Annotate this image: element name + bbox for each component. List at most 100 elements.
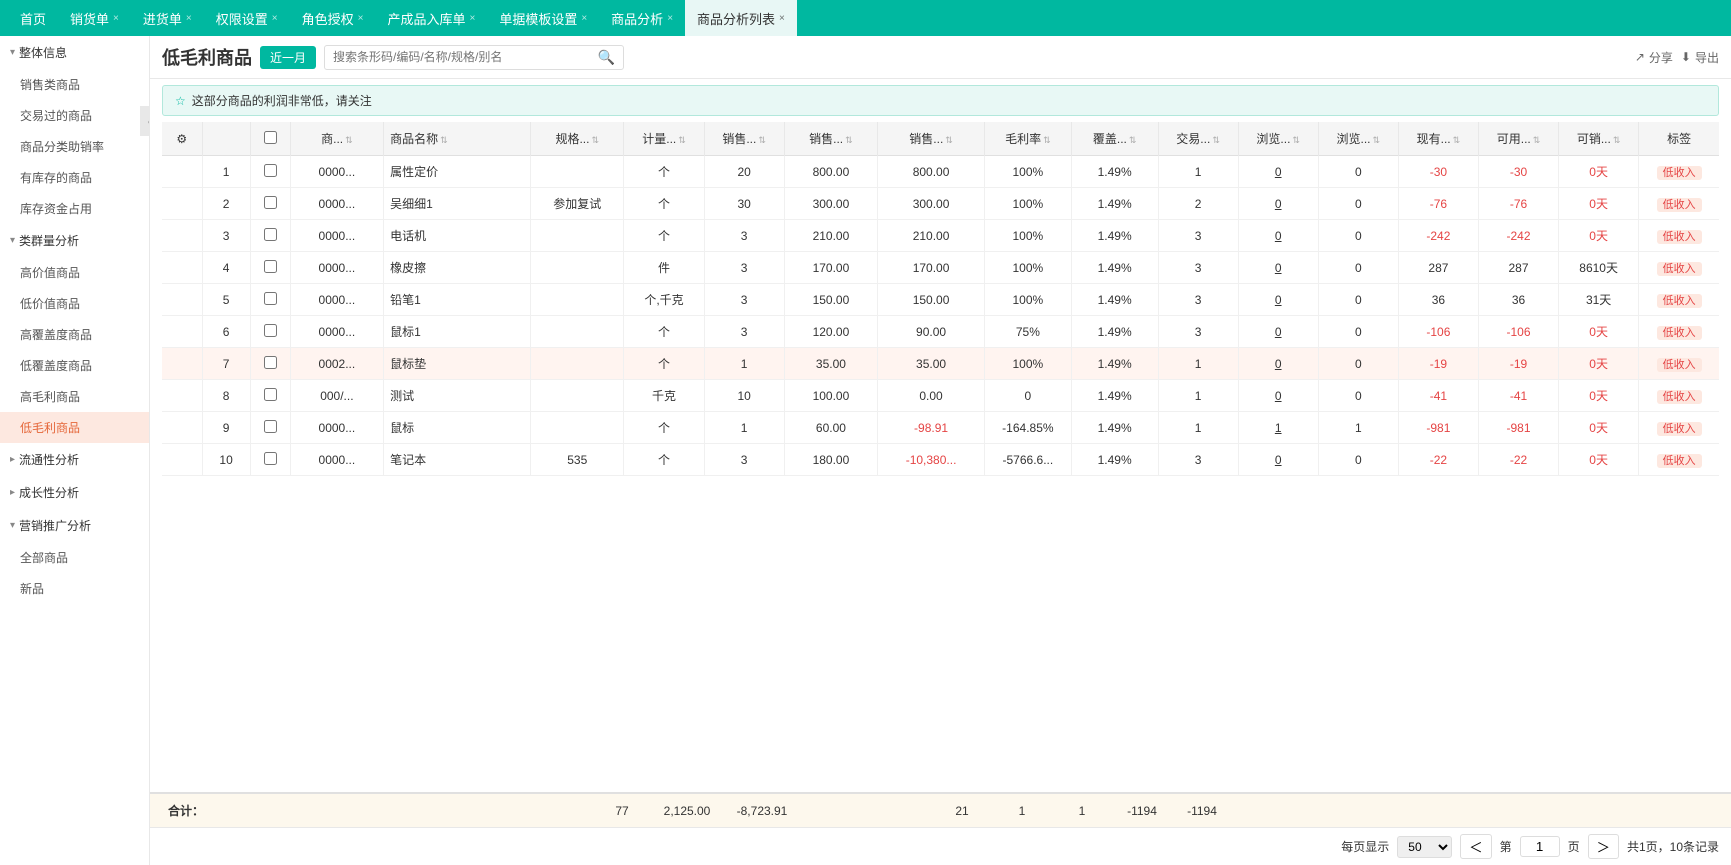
col-saleable-cell: 0天 — [1559, 348, 1639, 380]
col-view1-cell[interactable]: 0 — [1238, 348, 1318, 380]
col-check-cell[interactable] — [250, 380, 290, 412]
close-icon[interactable]: × — [358, 13, 364, 24]
close-icon[interactable]: × — [186, 13, 192, 24]
nav-permission[interactable]: 权限设置 × — [204, 0, 290, 36]
col-header-name[interactable]: 商品名称⇅ — [384, 122, 531, 156]
col-header-view2[interactable]: 浏览...⇅ — [1318, 122, 1398, 156]
sidebar-item-high-coverage[interactable]: 高覆盖度商品 — [0, 319, 149, 350]
sidebar-group-marketing-analysis[interactable]: ▾ 营销推广分析 — [0, 509, 149, 542]
col-header-sale-profit[interactable]: 销售...⇅ — [878, 122, 985, 156]
row-checkbox[interactable] — [264, 196, 277, 209]
col-view1-cell[interactable]: 0 — [1238, 380, 1318, 412]
col-view1-cell[interactable]: 0 — [1238, 156, 1318, 188]
close-icon[interactable]: × — [779, 13, 785, 24]
sidebar-item-category-rate[interactable]: 商品分类助销率 — [0, 131, 149, 162]
prev-page-button[interactable]: ＜ — [1460, 834, 1491, 859]
col-header-code[interactable]: 商...⇅ — [290, 122, 383, 156]
sidebar-item-new-goods[interactable]: 新品 — [0, 573, 149, 604]
col-check-cell[interactable] — [250, 284, 290, 316]
nav-home[interactable]: 首页 — [8, 0, 58, 36]
page-input[interactable] — [1520, 836, 1560, 857]
col-header-setting[interactable]: ⚙ — [162, 122, 202, 156]
col-view1-cell[interactable]: 0 — [1238, 188, 1318, 220]
row-checkbox[interactable] — [264, 228, 277, 241]
col-saleable-cell: 0天 — [1559, 380, 1639, 412]
sidebar-item-capital-usage[interactable]: 库存资金占用 — [0, 193, 149, 224]
row-checkbox[interactable] — [264, 260, 277, 273]
col-view1-cell[interactable]: 0 — [1238, 444, 1318, 476]
col-check-cell[interactable] — [250, 444, 290, 476]
sidebar-item-stock-goods[interactable]: 有库存的商品 — [0, 162, 149, 193]
filter-recent-month-button[interactable]: 近一月 — [260, 46, 316, 69]
col-header-view1[interactable]: 浏览...⇅ — [1238, 122, 1318, 156]
col-view2-cell: 0 — [1318, 284, 1398, 316]
col-header-unit[interactable]: 计量...⇅ — [624, 122, 704, 156]
col-header-trade[interactable]: 交易...⇅ — [1158, 122, 1238, 156]
sidebar-group-growth-analysis[interactable]: ▸ 成长性分析 — [0, 476, 149, 509]
nav-product-analysis[interactable]: 商品分析 × — [599, 0, 685, 36]
close-icon[interactable]: × — [272, 13, 278, 24]
col-check-cell[interactable] — [250, 316, 290, 348]
row-checkbox[interactable] — [264, 388, 277, 401]
col-avail-cell: -22 — [1478, 444, 1558, 476]
col-header-gross-rate[interactable]: 毛利率⇅ — [984, 122, 1071, 156]
sidebar-group-overall-info[interactable]: ▾ 整体信息 — [0, 36, 149, 69]
sidebar-item-sales-goods[interactable]: 销售类商品 — [0, 69, 149, 100]
col-header-saleable[interactable]: 可销...⇅ — [1559, 122, 1639, 156]
nav-template-settings[interactable]: 单据模板设置 × — [487, 0, 599, 36]
col-header-spec[interactable]: 规格...⇅ — [531, 122, 624, 156]
close-icon[interactable]: × — [581, 13, 587, 24]
sidebar-item-low-coverage[interactable]: 低覆盖度商品 — [0, 350, 149, 381]
next-page-button[interactable]: ＞ — [1588, 834, 1619, 859]
nav-purchase-order[interactable]: 进货单 × — [131, 0, 204, 36]
col-view1-cell[interactable]: 0 — [1238, 252, 1318, 284]
col-check-cell[interactable] — [250, 188, 290, 220]
row-checkbox[interactable] — [264, 292, 277, 305]
row-checkbox[interactable] — [264, 452, 277, 465]
export-button[interactable]: ⬇ 导出 — [1681, 49, 1719, 66]
select-all-checkbox[interactable] — [264, 131, 277, 144]
row-checkbox[interactable] — [264, 356, 277, 369]
sidebar-item-low-value[interactable]: 低价值商品 — [0, 288, 149, 319]
col-saleable-cell: 0天 — [1559, 316, 1639, 348]
nav-role-auth[interactable]: 角色授权 × — [290, 0, 376, 36]
col-view1-cell[interactable]: 0 — [1238, 284, 1318, 316]
sidebar-item-all-goods[interactable]: 全部商品 — [0, 542, 149, 573]
col-header-sale-price[interactable]: 销售...⇅ — [784, 122, 877, 156]
close-icon[interactable]: × — [469, 13, 475, 24]
search-icon[interactable]: 🔍 — [598, 49, 615, 66]
share-button[interactable]: ↗ 分享 — [1635, 49, 1673, 66]
close-icon[interactable]: × — [667, 13, 673, 24]
col-header-sale-qty[interactable]: 销售...⇅ — [704, 122, 784, 156]
col-header-avail[interactable]: 可用...⇅ — [1478, 122, 1558, 156]
sidebar-item-high-profit[interactable]: 高毛利商品 — [0, 381, 149, 412]
col-check-cell[interactable] — [250, 348, 290, 380]
sidebar-group-flow-analysis[interactable]: ▸ 流通性分析 — [0, 443, 149, 476]
nav-product-analysis-list[interactable]: 商品分析列表 × — [685, 0, 797, 36]
sidebar-collapse-btn[interactable]: 《 — [140, 106, 150, 136]
row-checkbox[interactable] — [264, 324, 277, 337]
sidebar-item-high-value[interactable]: 高价值商品 — [0, 257, 149, 288]
col-check-cell[interactable] — [250, 156, 290, 188]
col-view1-cell[interactable]: 0 — [1238, 220, 1318, 252]
col-tag-cell: 低收入 — [1639, 252, 1719, 284]
per-page-select[interactable]: 50 20 100 — [1397, 836, 1452, 858]
sidebar-group-cluster-analysis[interactable]: ▾ 类群量分析 — [0, 224, 149, 257]
search-input[interactable] — [333, 50, 598, 64]
col-view1-cell[interactable]: 0 — [1238, 316, 1318, 348]
col-check-cell[interactable] — [250, 412, 290, 444]
col-check-cell[interactable] — [250, 220, 290, 252]
col-header-tag[interactable]: 标签 — [1639, 122, 1719, 156]
col-header-stock[interactable]: 现有...⇅ — [1398, 122, 1478, 156]
sidebar-item-traded-goods[interactable]: 交易过的商品 — [0, 100, 149, 131]
col-header-check[interactable] — [250, 122, 290, 156]
col-view1-cell[interactable]: 1 — [1238, 412, 1318, 444]
nav-sales-order[interactable]: 销货单 × — [58, 0, 131, 36]
sidebar-item-low-profit[interactable]: 低毛利商品 — [0, 412, 149, 443]
row-checkbox[interactable] — [264, 420, 277, 433]
col-check-cell[interactable] — [250, 252, 290, 284]
col-header-cover[interactable]: 覆盖...⇅ — [1071, 122, 1158, 156]
nav-product-inbound[interactable]: 产成品入库单 × — [375, 0, 487, 36]
close-icon[interactable]: × — [113, 13, 119, 24]
row-checkbox[interactable] — [264, 164, 277, 177]
